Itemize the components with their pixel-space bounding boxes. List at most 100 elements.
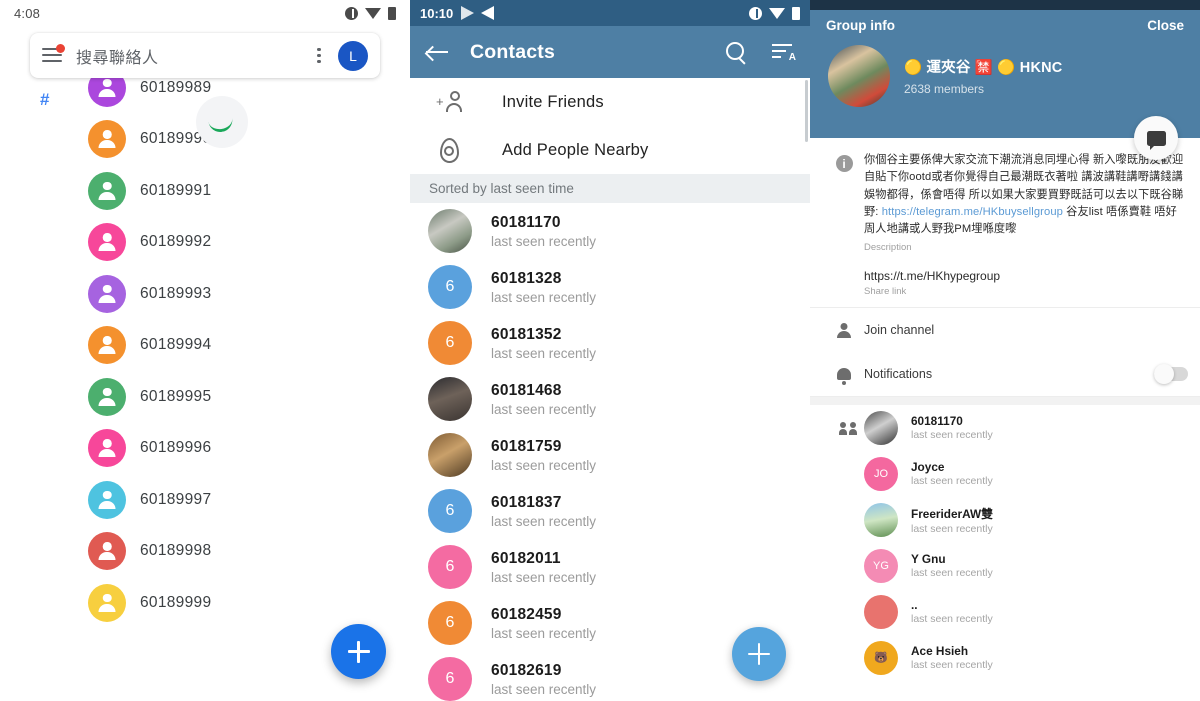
avatar[interactable] <box>428 377 472 421</box>
avatar[interactable]: 6 <box>428 265 472 309</box>
page-title: Contacts <box>470 40 556 63</box>
avatar[interactable] <box>864 410 898 445</box>
list-item[interactable]: 60181468 last seen recently <box>410 371 810 427</box>
list-item[interactable]: 60189993 <box>0 268 410 320</box>
add-contact-fab[interactable] <box>331 624 386 679</box>
volume-icon <box>749 6 762 20</box>
avatar[interactable] <box>88 480 126 519</box>
sort-alpha-icon[interactable]: A <box>772 44 796 63</box>
avatar[interactable] <box>428 433 472 477</box>
avatar[interactable] <box>88 223 126 262</box>
action-invite-friends[interactable]: + Invite Friends <box>410 78 810 126</box>
contact-status: last seen recently <box>491 401 597 417</box>
avatar[interactable] <box>88 171 126 210</box>
person-icon <box>96 592 118 614</box>
list-item[interactable]: 60189998 <box>0 526 410 578</box>
hamburger-menu-icon[interactable] <box>42 44 65 63</box>
list-item[interactable]: 60189999 <box>0 577 410 629</box>
avatar[interactable]: L <box>338 40 368 71</box>
avatar[interactable] <box>88 583 126 622</box>
description-link[interactable]: https://telegram.me/HKbuysellgroup <box>882 206 1063 218</box>
search-input[interactable]: 搜尋聯絡人 <box>76 44 310 68</box>
contact-text: 60181837 last seen recently <box>491 494 596 529</box>
avatar[interactable] <box>88 429 126 468</box>
kebab-menu-icon[interactable] <box>310 47 328 64</box>
avatar[interactable]: 6 <box>428 489 472 533</box>
menu-item-join-channel[interactable]: Join channel <box>810 308 1200 352</box>
contact-text: 60181352 last seen recently <box>491 326 596 361</box>
list-item[interactable]: 60181759 last seen recently <box>410 427 810 483</box>
list-item[interactable]: 6 60181352 last seen recently <box>410 315 810 371</box>
contact-text: 60182459 last seen recently <box>491 606 596 641</box>
list-item[interactable]: 60189992 <box>0 217 410 269</box>
back-arrow-icon[interactable] <box>426 43 448 61</box>
group-name: 🟡 運夾谷 🈲 🟡 HKNC <box>904 60 1063 76</box>
person-icon <box>96 334 118 356</box>
notifications-toggle[interactable] <box>1154 363 1188 384</box>
avatar[interactable]: 6 <box>428 321 472 365</box>
avatar[interactable] <box>88 274 126 313</box>
new-message-fab[interactable] <box>732 627 786 681</box>
action-add-people-nearby[interactable]: Add People Nearby <box>410 126 810 174</box>
contact-name: 60182011 <box>491 549 561 567</box>
list-item[interactable]: YG Y Gnu last seen recently <box>810 543 1200 589</box>
description-caption: Description <box>864 241 912 253</box>
avatar[interactable]: 6 <box>428 545 472 589</box>
list-item[interactable]: 🐻 Ace Hsieh last seen recently <box>810 635 1200 681</box>
avatar[interactable]: YG <box>864 548 898 583</box>
list-item[interactable]: 60189995 <box>0 371 410 423</box>
battery-icon <box>792 6 800 20</box>
avatar[interactable] <box>88 120 126 159</box>
list-item[interactable]: 60181170 last seen recently <box>810 405 1200 451</box>
share-link-caption: Share link <box>864 285 907 297</box>
list-item[interactable]: 6 60181837 last seen recently <box>410 483 810 539</box>
member-text: Joyce last seen recently <box>911 460 993 487</box>
close-button[interactable]: Close <box>1147 18 1184 33</box>
contacts-list[interactable]: 60181170 last seen recently 6 60181328 last … <box>410 203 810 701</box>
contact-name: 60189995 <box>140 387 212 405</box>
member-text: .. last seen recently <box>911 598 993 625</box>
list-item[interactable]: 6 60182011 last seen recently <box>410 539 810 595</box>
alphabet-index-hash[interactable]: # <box>40 90 49 110</box>
search-icon[interactable] <box>726 42 746 62</box>
list-item[interactable]: 60189996 <box>0 423 410 475</box>
list-item[interactable]: .. last seen recently <box>810 589 1200 635</box>
avatar[interactable] <box>88 377 126 416</box>
person-icon <box>96 128 118 150</box>
list-item[interactable]: 60181170 last seen recently <box>410 203 810 259</box>
avatar[interactable] <box>88 326 126 365</box>
status-bar: 4:08 <box>0 0 410 26</box>
open-chat-fab[interactable] <box>1134 116 1178 160</box>
group-description-block: i 你個谷主要係俾大家交流下潮流消息同埋心得 新入嚟既朋友歡迎自貼下你ootd或… <box>810 138 1200 307</box>
avatar[interactable]: 6 <box>428 657 472 701</box>
person-icon <box>96 540 118 562</box>
contact-status: last seen recently <box>491 569 597 585</box>
battery-icon <box>388 6 396 20</box>
list-item[interactable]: 60189997 <box>0 474 410 526</box>
search-bar[interactable]: 搜尋聯絡人 L <box>30 33 380 78</box>
menu-item-notifications[interactable]: Notifications <box>810 352 1200 396</box>
list-item[interactable]: 60189991 <box>0 165 410 217</box>
sort-header: Sorted by last seen time <box>410 174 810 203</box>
list-item[interactable]: 6 60181328 last seen recently <box>410 259 810 315</box>
avatar[interactable] <box>864 502 898 537</box>
contacts-list[interactable]: 60189989 60189990 60189991 60189992 60189993… <box>0 62 410 629</box>
list-item[interactable]: FreeriderAW雙 last seen recently <box>810 497 1200 543</box>
share-link-url[interactable]: https://t.me/HKhypegroup <box>864 269 1186 283</box>
list-item[interactable]: JO Joyce last seen recently <box>810 451 1200 497</box>
group-avatar[interactable] <box>828 45 890 107</box>
member-name: Y Gnu <box>911 552 946 567</box>
avatar[interactable]: JO <box>864 456 898 491</box>
contact-name: 60189997 <box>140 490 212 508</box>
panel-google-contacts: 4:08 60189989 60189990 60189991 60189992 601… <box>0 0 410 701</box>
avatar[interactable] <box>864 594 898 629</box>
contact-name: 60181468 <box>491 381 562 399</box>
avatar[interactable] <box>88 532 126 571</box>
avatar[interactable]: 🐻 <box>864 640 898 675</box>
list-item[interactable]: 60189994 <box>0 320 410 372</box>
members-list[interactable]: 60181170 last seen recently JO Joyce last se… <box>810 405 1200 681</box>
avatar[interactable] <box>428 209 472 253</box>
avatar[interactable]: 6 <box>428 601 472 645</box>
scrollbar-thumb[interactable] <box>805 80 808 142</box>
contact-status: last seen recently <box>491 457 597 473</box>
